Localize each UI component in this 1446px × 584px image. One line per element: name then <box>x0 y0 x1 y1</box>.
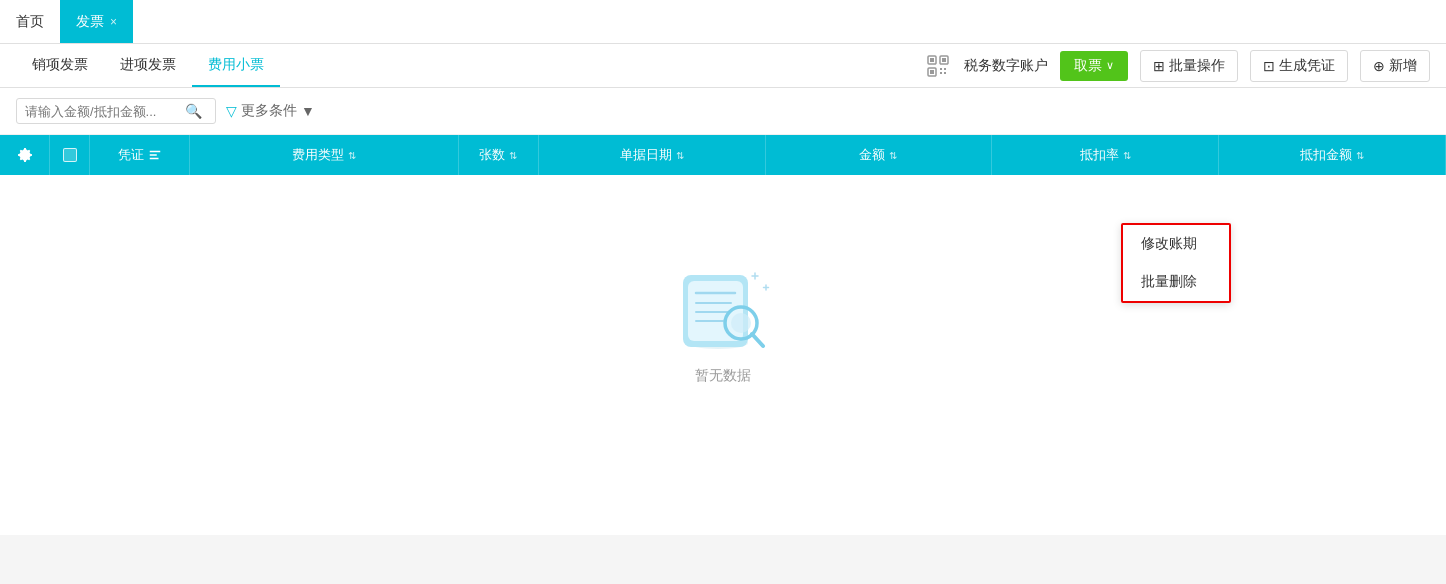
sort-amount-icon[interactable]: ⇅ <box>889 150 897 161</box>
generate-label: 生成凭证 <box>1279 57 1335 75</box>
sort-deduct-amount-icon[interactable]: ⇅ <box>1356 150 1364 161</box>
add-button[interactable]: ⊕ 新增 <box>1360 50 1430 82</box>
more-filter-label: 更多条件 <box>241 102 297 120</box>
empty-text: 暂无数据 <box>695 367 751 385</box>
select-all-checkbox[interactable] <box>63 148 77 162</box>
search-icon[interactable]: 🔍 <box>185 103 202 119</box>
home-link[interactable]: 首页 <box>0 0 60 43</box>
top-nav: 首页 发票 × <box>0 0 1446 44</box>
dropdown-item-delete[interactable]: 批量删除 <box>1123 263 1229 301</box>
svg-point-18 <box>731 313 751 333</box>
qrcode-icon[interactable] <box>924 52 952 80</box>
svg-rect-1 <box>930 58 934 62</box>
add-label: 新增 <box>1389 57 1417 75</box>
svg-rect-5 <box>930 70 934 74</box>
sort-count-icon[interactable]: ⇅ <box>509 150 517 161</box>
svg-rect-3 <box>942 58 946 62</box>
col-date-label: 单据日期 <box>620 146 672 164</box>
batch-button[interactable]: ⊞ 批量操作 <box>1140 50 1238 82</box>
table-header: 凭证 费用类型 ⇅ 张数 ⇅ 单据日期 ⇅ 金额 ⇅ 抵扣率 ⇅ 抵扣金额 ⇅ <box>0 135 1446 175</box>
tab-jin[interactable]: 进项发票 <box>104 44 192 87</box>
col-expense-type-label: 费用类型 <box>292 146 344 164</box>
search-wrapper: 🔍 <box>16 98 216 124</box>
generate-icon: ⊡ <box>1263 58 1275 74</box>
sub-nav-tabs: 销项发票 进项发票 费用小票 <box>16 44 280 87</box>
svg-rect-9 <box>944 72 946 74</box>
tab-fei[interactable]: 费用小票 <box>192 44 280 87</box>
sub-nav: 销项发票 进项发票 费用小票 税务数字账户 取票 ∨ ⊞ <box>0 44 1446 88</box>
sort-date-icon[interactable]: ⇅ <box>676 150 684 161</box>
col-deduct-amount-label: 抵扣金额 <box>1300 146 1352 164</box>
col-settings[interactable] <box>0 135 50 175</box>
col-count: 张数 ⇅ <box>459 135 539 175</box>
quepiao-arrow-icon: ∨ <box>1106 59 1114 72</box>
batch-dropdown-menu: 修改账期 批量删除 <box>1121 223 1231 303</box>
col-voucher-label: 凭证 <box>118 146 144 164</box>
more-filter-arrow-icon: ▼ <box>301 103 315 119</box>
col-expense-type: 费用类型 ⇅ <box>190 135 459 175</box>
batch-label: 批量操作 <box>1169 57 1225 75</box>
sort-expense-type-icon[interactable]: ⇅ <box>348 150 356 161</box>
filter-icon: ▽ <box>226 103 237 119</box>
col-deduct-rate-label: 抵扣率 <box>1080 146 1119 164</box>
batch-icon: ⊞ <box>1153 58 1165 74</box>
col-deduct-rate: 抵扣率 ⇅ <box>992 135 1219 175</box>
col-voucher: 凭证 <box>90 135 190 175</box>
col-amount: 金额 ⇅ <box>766 135 993 175</box>
svg-rect-6 <box>940 68 942 70</box>
svg-rect-8 <box>940 72 942 74</box>
col-deduct-amount: 抵扣金额 ⇅ <box>1219 135 1446 175</box>
col-date: 单据日期 ⇅ <box>539 135 766 175</box>
filter-bar: 🔍 ▽ 更多条件 ▼ <box>0 88 1446 135</box>
active-tab[interactable]: 发票 × <box>60 0 133 43</box>
add-icon: ⊕ <box>1373 58 1385 74</box>
tax-digital-label[interactable]: 税务数字账户 <box>964 57 1048 75</box>
tab-xiao[interactable]: 销项发票 <box>16 44 104 87</box>
svg-line-19 <box>752 334 763 346</box>
col-count-label: 张数 <box>479 146 505 164</box>
quepiao-label: 取票 <box>1074 57 1102 75</box>
svg-rect-7 <box>944 68 946 70</box>
generate-voucher-button[interactable]: ⊡ 生成凭证 <box>1250 50 1348 82</box>
col-checkbox[interactable] <box>50 135 90 175</box>
sort-deduct-rate-icon[interactable]: ⇅ <box>1123 150 1131 161</box>
tab-label: 发票 <box>76 13 104 31</box>
more-filter-button[interactable]: ▽ 更多条件 ▼ <box>226 102 315 120</box>
tab-close-button[interactable]: × <box>110 15 117 29</box>
col-amount-label: 金额 <box>859 146 885 164</box>
sub-nav-actions: 税务数字账户 取票 ∨ ⊞ 批量操作 ⊡ 生成凭证 ⊕ 新增 <box>924 50 1430 82</box>
dropdown-item-modify[interactable]: 修改账期 <box>1123 225 1229 263</box>
search-input[interactable] <box>25 104 185 119</box>
content-area: 凭证 费用类型 ⇅ 张数 ⇅ 单据日期 ⇅ 金额 ⇅ 抵扣率 ⇅ 抵扣金额 ⇅ <box>0 135 1446 535</box>
quepiao-button[interactable]: 取票 ∨ <box>1060 51 1128 81</box>
